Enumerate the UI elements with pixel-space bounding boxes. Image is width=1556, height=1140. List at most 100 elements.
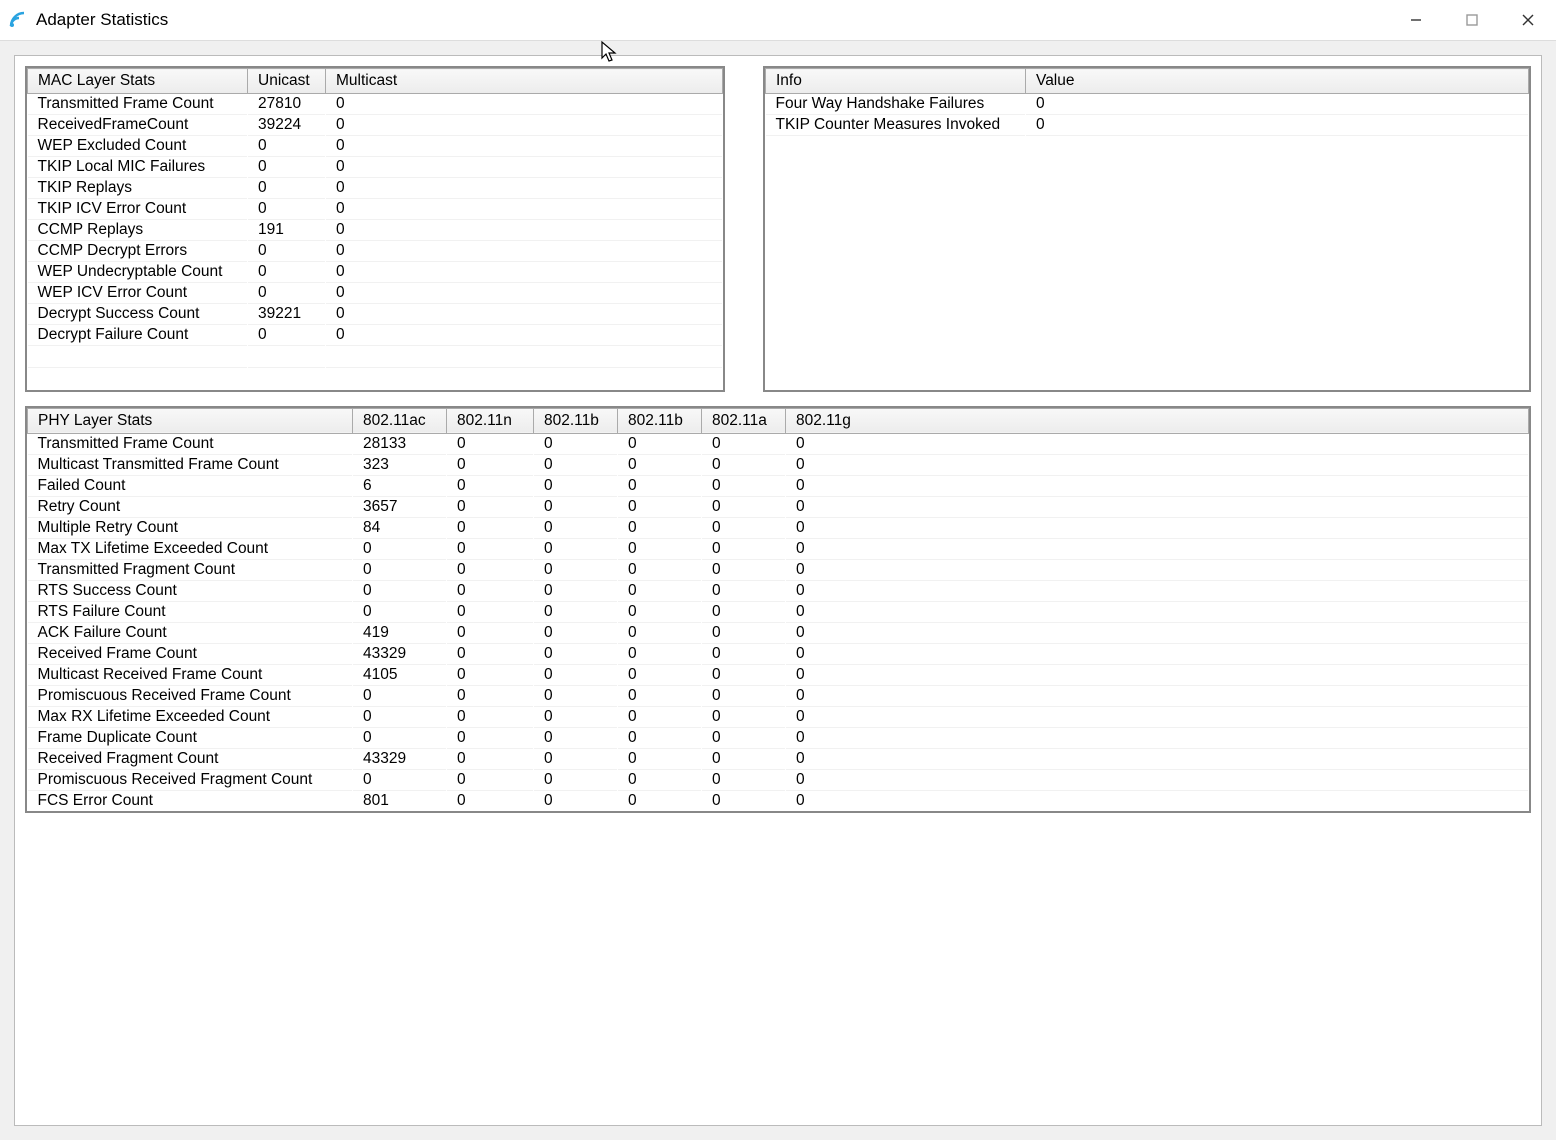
stat-value: 0 bbox=[786, 496, 1529, 517]
stat-value: 0 bbox=[786, 433, 1529, 454]
column-header[interactable]: 802.11ac bbox=[353, 408, 447, 433]
table-row[interactable]: WEP ICV Error Count00 bbox=[28, 283, 723, 304]
minimize-button[interactable] bbox=[1388, 0, 1444, 40]
stat-value: 0 bbox=[702, 496, 786, 517]
stat-value: 0 bbox=[534, 559, 618, 580]
stat-value: 801 bbox=[353, 790, 447, 811]
stat-value: 0 bbox=[702, 664, 786, 685]
info-header-row[interactable]: Info Value bbox=[766, 69, 1529, 94]
table-row[interactable]: Multiple Retry Count8400000 bbox=[28, 517, 1529, 538]
stat-value: 0 bbox=[786, 580, 1529, 601]
stat-value: 0 bbox=[702, 727, 786, 748]
stat-label: Transmitted Frame Count bbox=[28, 94, 248, 115]
table-row[interactable]: Retry Count365700000 bbox=[28, 496, 1529, 517]
table-row[interactable]: WEP Excluded Count00 bbox=[28, 136, 723, 157]
stat-value: 0 bbox=[353, 601, 447, 622]
stat-value: 28133 bbox=[353, 433, 447, 454]
table-row[interactable]: FCS Error Count80100000 bbox=[28, 790, 1529, 811]
stat-unicast: 0 bbox=[248, 157, 326, 178]
stat-value: 4105 bbox=[353, 664, 447, 685]
table-row[interactable]: TKIP Replays00 bbox=[28, 178, 723, 199]
table-row[interactable]: Transmitted Frame Count2813300000 bbox=[28, 433, 1529, 454]
table-row[interactable]: Promiscuous Received Fragment Count00000… bbox=[28, 769, 1529, 790]
table-row[interactable]: Promiscuous Received Frame Count000000 bbox=[28, 685, 1529, 706]
window-title: Adapter Statistics bbox=[36, 10, 1388, 30]
column-header[interactable]: Info bbox=[766, 69, 1026, 94]
table-row[interactable]: WEP Undecryptable Count00 bbox=[28, 262, 723, 283]
stat-multicast: 0 bbox=[326, 115, 723, 136]
mac-header-row[interactable]: MAC Layer Stats Unicast Multicast bbox=[28, 69, 723, 94]
stat-label: CCMP Decrypt Errors bbox=[28, 241, 248, 262]
column-header[interactable]: 802.11a bbox=[702, 408, 786, 433]
stat-value: 0 bbox=[618, 538, 702, 559]
info-table: Info Value Four Way Handshake Failures0T… bbox=[763, 66, 1531, 392]
stat-value: 0 bbox=[447, 664, 534, 685]
stat-value: 0 bbox=[702, 706, 786, 727]
maximize-button[interactable] bbox=[1444, 0, 1500, 40]
table-row[interactable]: TKIP Counter Measures Invoked0 bbox=[766, 115, 1529, 136]
stat-value: 0 bbox=[786, 475, 1529, 496]
stat-value: 0 bbox=[786, 685, 1529, 706]
column-header[interactable]: 802.11g bbox=[786, 408, 1529, 433]
column-header[interactable]: MAC Layer Stats bbox=[28, 69, 248, 94]
column-header[interactable]: Multicast bbox=[326, 69, 723, 94]
stat-unicast: 39224 bbox=[248, 115, 326, 136]
phy-header-row[interactable]: PHY Layer Stats 802.11ac 802.11n 802.11b… bbox=[28, 408, 1529, 433]
table-row[interactable]: Multicast Transmitted Frame Count3230000… bbox=[28, 454, 1529, 475]
table-row[interactable]: CCMP Decrypt Errors00 bbox=[28, 241, 723, 262]
table-row[interactable]: RTS Failure Count000000 bbox=[28, 601, 1529, 622]
stat-value: 0 bbox=[702, 538, 786, 559]
stat-value: 0 bbox=[447, 685, 534, 706]
stat-value: 0 bbox=[702, 580, 786, 601]
stat-multicast: 0 bbox=[326, 157, 723, 178]
table-row[interactable]: ReceivedFrameCount392240 bbox=[28, 115, 723, 136]
table-row[interactable]: Max TX Lifetime Exceeded Count000000 bbox=[28, 538, 1529, 559]
stat-label: Received Frame Count bbox=[28, 643, 353, 664]
stat-value: 0 bbox=[447, 769, 534, 790]
table-row[interactable]: Received Fragment Count4332900000 bbox=[28, 748, 1529, 769]
table-row[interactable]: Four Way Handshake Failures0 bbox=[766, 94, 1529, 115]
table-row[interactable]: ACK Failure Count41900000 bbox=[28, 622, 1529, 643]
stat-value: 0 bbox=[447, 433, 534, 454]
stat-label: Multicast Transmitted Frame Count bbox=[28, 454, 353, 475]
stat-value: 0 bbox=[447, 496, 534, 517]
stat-label: ACK Failure Count bbox=[28, 622, 353, 643]
table-row[interactable]: Frame Duplicate Count000000 bbox=[28, 727, 1529, 748]
stat-value: 0 bbox=[618, 622, 702, 643]
table-row[interactable]: Transmitted Frame Count278100 bbox=[28, 94, 723, 115]
column-header[interactable]: Value bbox=[1026, 69, 1529, 94]
table-row[interactable]: Decrypt Failure Count00 bbox=[28, 325, 723, 346]
table-row[interactable]: Max RX Lifetime Exceeded Count000000 bbox=[28, 706, 1529, 727]
table-row[interactable]: TKIP Local MIC Failures00 bbox=[28, 157, 723, 178]
column-header[interactable]: 802.11b bbox=[618, 408, 702, 433]
table-row[interactable]: RTS Success Count000000 bbox=[28, 580, 1529, 601]
stat-label: WEP ICV Error Count bbox=[28, 283, 248, 304]
stat-value: 0 bbox=[786, 790, 1529, 811]
stat-value: 0 bbox=[618, 643, 702, 664]
column-header[interactable]: 802.11b bbox=[534, 408, 618, 433]
table-row[interactable]: Multicast Received Frame Count410500000 bbox=[28, 664, 1529, 685]
stat-value: 0 bbox=[447, 538, 534, 559]
stat-value: 0 bbox=[534, 454, 618, 475]
close-button[interactable] bbox=[1500, 0, 1556, 40]
stat-value: 0 bbox=[786, 727, 1529, 748]
stat-value: 0 bbox=[618, 433, 702, 454]
column-header[interactable]: 802.11n bbox=[447, 408, 534, 433]
stat-label: TKIP Replays bbox=[28, 178, 248, 199]
stat-value: 0 bbox=[447, 643, 534, 664]
stat-multicast: 0 bbox=[326, 262, 723, 283]
table-row[interactable]: CCMP Replays1910 bbox=[28, 220, 723, 241]
table-row[interactable]: Received Frame Count4332900000 bbox=[28, 643, 1529, 664]
table-row[interactable]: Transmitted Fragment Count000000 bbox=[28, 559, 1529, 580]
stat-value: 0 bbox=[447, 748, 534, 769]
stat-value: 0 bbox=[618, 559, 702, 580]
table-row[interactable]: TKIP ICV Error Count00 bbox=[28, 199, 723, 220]
column-header[interactable]: Unicast bbox=[248, 69, 326, 94]
stat-value: 0 bbox=[353, 580, 447, 601]
table-row[interactable]: Failed Count600000 bbox=[28, 475, 1529, 496]
column-header[interactable]: PHY Layer Stats bbox=[28, 408, 353, 433]
stat-value: 0 bbox=[786, 454, 1529, 475]
table-row[interactable]: Decrypt Success Count392210 bbox=[28, 304, 723, 325]
stat-value: 0 bbox=[534, 622, 618, 643]
stat-unicast: 0 bbox=[248, 325, 326, 346]
